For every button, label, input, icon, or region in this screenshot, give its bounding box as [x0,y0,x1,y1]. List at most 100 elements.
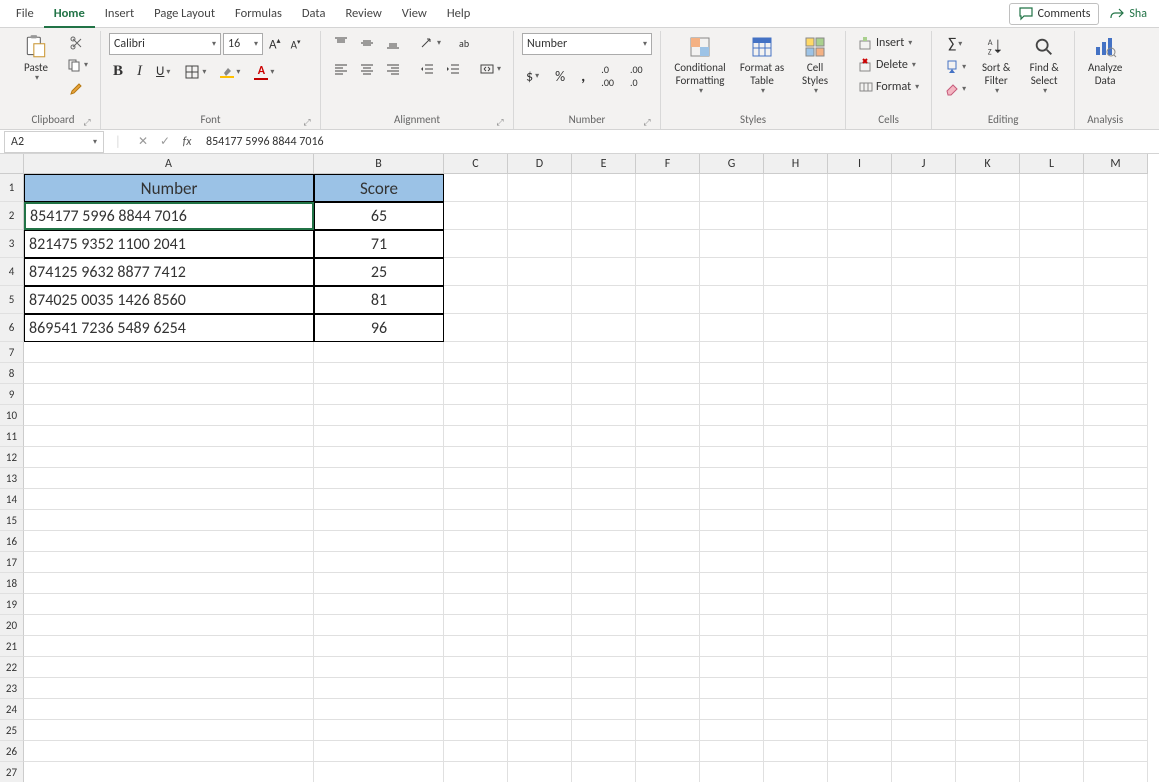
cell[interactable] [956,762,1020,782]
cell[interactable] [700,202,764,230]
decrease-indent-button[interactable] [415,59,439,79]
cell[interactable] [444,762,508,782]
cell[interactable] [828,531,892,552]
row-header[interactable]: 22 [0,657,24,678]
row-header[interactable]: 13 [0,468,24,489]
row-header[interactable]: 25 [0,720,24,741]
cell[interactable] [700,426,764,447]
cell[interactable] [314,615,444,636]
borders-button[interactable]: ▾ [180,62,210,82]
cell[interactable] [1084,762,1148,782]
cell[interactable] [572,636,636,657]
copy-button[interactable]: ▾ [62,55,92,75]
cell[interactable] [444,489,508,510]
cell[interactable] [24,489,314,510]
cell[interactable] [24,699,314,720]
cell[interactable] [1020,615,1084,636]
cell[interactable] [24,720,314,741]
cell[interactable] [956,573,1020,594]
cell[interactable] [956,384,1020,405]
cell[interactable] [828,615,892,636]
cell[interactable] [828,741,892,762]
cell[interactable] [956,258,1020,286]
cell[interactable] [828,258,892,286]
cell[interactable] [892,762,956,782]
cell[interactable] [314,342,444,363]
cell[interactable] [892,363,956,384]
cell[interactable] [892,678,956,699]
cell[interactable] [956,531,1020,552]
cell[interactable] [1084,447,1148,468]
cell[interactable] [636,657,700,678]
cell[interactable] [314,384,444,405]
cell[interactable] [700,678,764,699]
cell[interactable] [508,468,572,489]
cell[interactable] [700,342,764,363]
cell[interactable] [444,314,508,342]
cell[interactable] [828,552,892,573]
cell[interactable] [1084,657,1148,678]
font-color-button[interactable]: A▾ [250,62,278,82]
cell[interactable] [1020,594,1084,615]
dialog-launcher-icon[interactable]: ⤢ [82,117,92,127]
cell[interactable] [956,202,1020,230]
cell[interactable] [508,720,572,741]
cell[interactable] [764,258,828,286]
cell[interactable] [572,342,636,363]
cell[interactable] [636,405,700,426]
cell[interactable] [828,363,892,384]
increase-decimal-button[interactable]: .0.00 [597,61,618,91]
cell[interactable] [956,699,1020,720]
cell[interactable] [314,594,444,615]
cell[interactable] [444,384,508,405]
cell[interactable] [572,762,636,782]
row-header[interactable]: 9 [0,384,24,405]
cell[interactable] [314,552,444,573]
cell[interactable] [24,447,314,468]
cell[interactable] [764,741,828,762]
cell[interactable]: 81 [314,286,444,314]
cell[interactable] [892,447,956,468]
cell[interactable] [700,286,764,314]
cell[interactable] [1084,615,1148,636]
cell[interactable] [700,447,764,468]
cell[interactable] [508,230,572,258]
accounting-format-button[interactable]: $▾ [522,66,543,87]
cell[interactable] [764,762,828,782]
row-header[interactable]: 18 [0,573,24,594]
cell[interactable] [892,594,956,615]
cell[interactable] [1020,573,1084,594]
cell[interactable] [572,202,636,230]
cell[interactable] [1020,230,1084,258]
cell[interactable] [444,531,508,552]
align-right-button[interactable] [381,59,405,79]
cell[interactable] [700,510,764,531]
cell[interactable] [636,573,700,594]
cell[interactable]: 25 [314,258,444,286]
cell[interactable] [508,678,572,699]
cell[interactable] [636,510,700,531]
cell[interactable] [1020,363,1084,384]
cell[interactable] [1020,657,1084,678]
cell[interactable]: Number [24,174,314,202]
cell[interactable] [700,699,764,720]
cell[interactable] [314,573,444,594]
row-header[interactable]: 14 [0,489,24,510]
font-size-select[interactable]: 16▾ [223,33,263,55]
align-bottom-button[interactable] [381,33,405,53]
cell[interactable] [1020,202,1084,230]
cell[interactable] [828,573,892,594]
cell[interactable] [700,468,764,489]
cell[interactable] [508,615,572,636]
cell[interactable] [1020,447,1084,468]
cell[interactable] [764,510,828,531]
cell[interactable] [314,699,444,720]
cell[interactable] [24,363,314,384]
cell[interactable] [314,636,444,657]
cell[interactable] [572,468,636,489]
cell[interactable] [700,720,764,741]
cell[interactable] [764,594,828,615]
cell[interactable] [24,636,314,657]
cell[interactable] [444,720,508,741]
cell[interactable] [764,286,828,314]
